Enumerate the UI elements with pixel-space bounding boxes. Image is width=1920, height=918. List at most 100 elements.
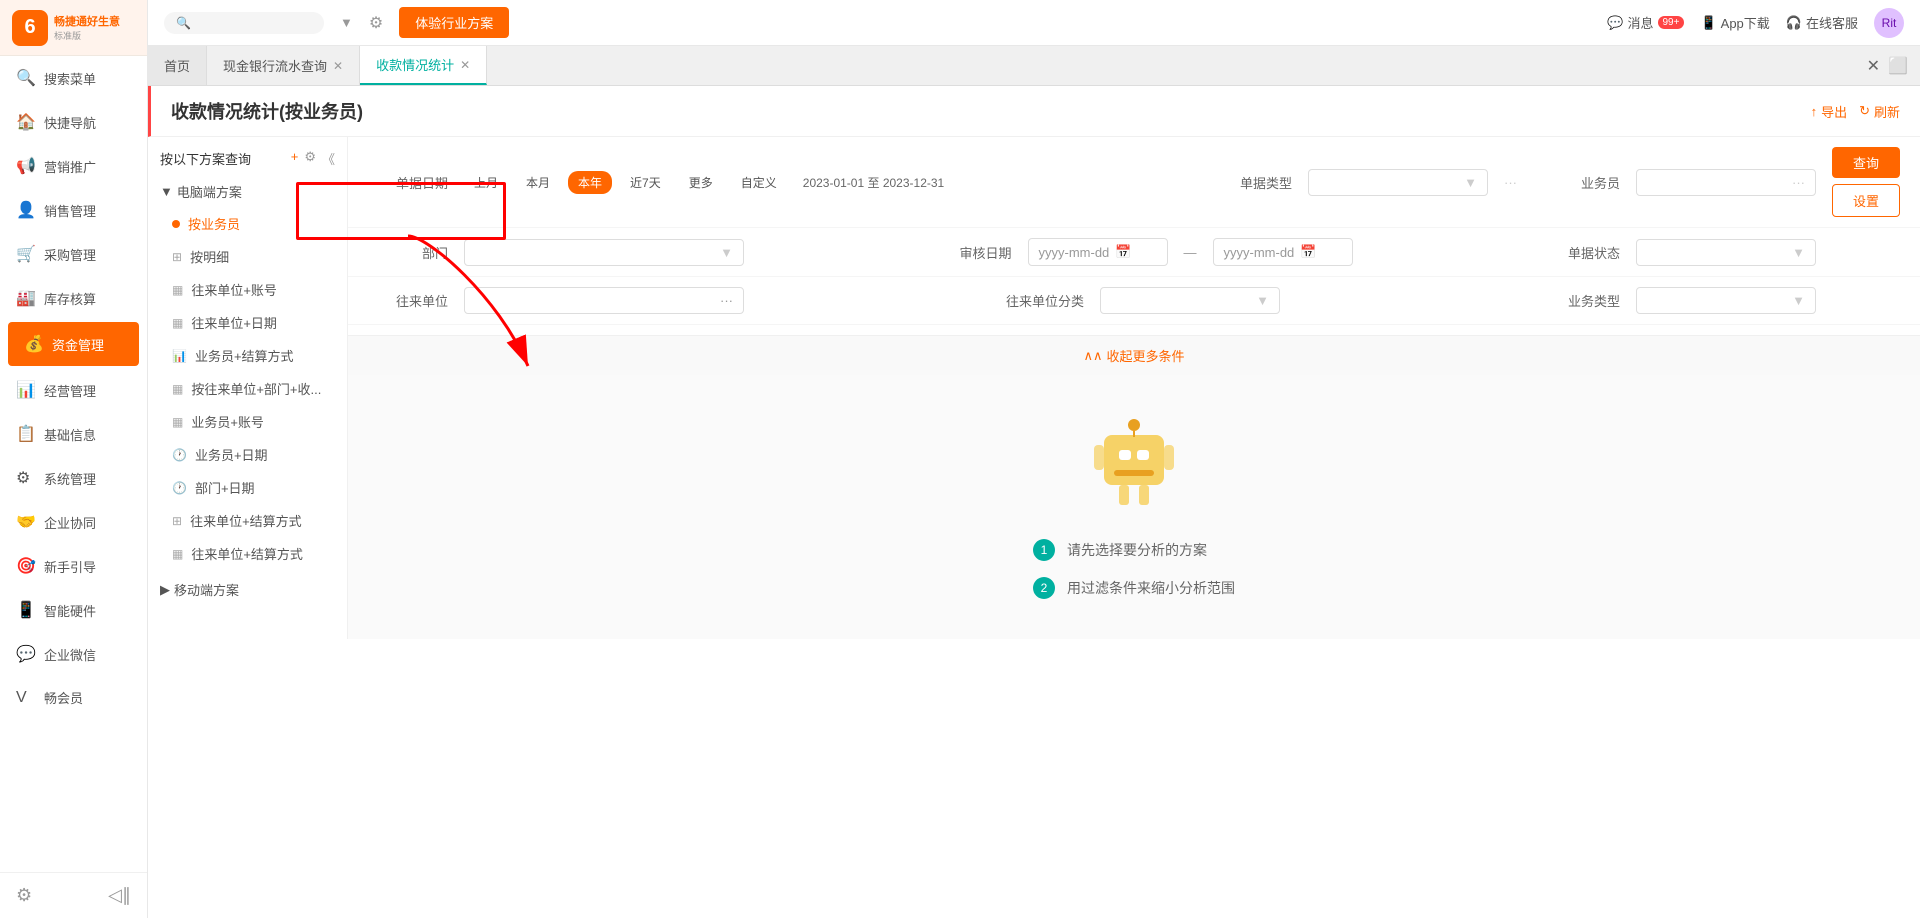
sidebar-label-12: 智能硬件 (44, 601, 96, 620)
voucher-status-label: 单据状态 (1540, 243, 1620, 262)
empty-area: 1 请先选择要分析的方案 2 用过滤条件来缩小分析范围 (348, 375, 1920, 639)
business-type-select[interactable]: ▼ (1636, 287, 1816, 314)
date-tab-more[interactable]: 更多 (679, 171, 723, 194)
date-tab-this-month[interactable]: 本月 (516, 171, 560, 194)
partner-label: 往来单位 (368, 291, 448, 310)
sidebar-label-1: 快捷导航 (44, 113, 96, 132)
sidebar-item-5[interactable]: 🏭 库存核算 (0, 276, 147, 320)
refresh-btn[interactable]: ↻ 刷新 (1859, 102, 1900, 121)
settings-btn2[interactable]: 设置 (1832, 184, 1900, 217)
sidebar-item-7[interactable]: 📊 经营管理 (0, 368, 147, 412)
page-title: 收款情况统计(按业务员) (171, 98, 363, 124)
sidebar-item-9[interactable]: ⚙ 系统管理 (0, 456, 147, 500)
scheme-item-partner-settlement1[interactable]: ⊞ 往来单位+结算方式 (148, 504, 347, 537)
table-icon2: ▦ (172, 316, 183, 330)
close-window-icon[interactable]: ✕ (1867, 56, 1880, 76)
partner-more[interactable]: ··· (720, 293, 733, 308)
scheme-item-salesperson[interactable]: 按业务员 (148, 207, 347, 240)
collapse-sidebar-icon[interactable]: ◁∥ (108, 885, 131, 906)
tab-receipt-stats[interactable]: 收款情况统计 ✕ (360, 46, 487, 85)
voucher-type-more[interactable]: ··· (1504, 175, 1524, 190)
sidebar-icon-14: V (16, 689, 36, 707)
sidebar-item-4[interactable]: 🛒 采购管理 (0, 232, 147, 276)
app-download-btn[interactable]: 📱 App下载 (1700, 13, 1769, 32)
clock-icon1: 🕐 (172, 448, 187, 462)
sidebar-item-0[interactable]: 🔍 搜索菜单 (0, 56, 147, 100)
sidebar-label-10: 企业协同 (44, 513, 96, 532)
dropdown-icon[interactable]: ▼ (340, 15, 353, 30)
trial-btn[interactable]: 体验行业方案 (399, 7, 509, 38)
step-text-2: 用过滤条件来缩小分析范围 (1067, 578, 1235, 598)
header-search[interactable]: 🔍 (164, 12, 324, 34)
tab-close-cash-flow[interactable]: ✕ (333, 59, 343, 73)
logo-icon: 6 (12, 10, 48, 46)
sidebar-item-2[interactable]: 📢 营销推广 (0, 144, 147, 188)
scheme-group-mobile-title[interactable]: ▶ 移动端方案 (148, 574, 347, 605)
scheme-item-partner-account[interactable]: ▦ 往来单位+账号 (148, 273, 347, 306)
scheme-item-dept-date[interactable]: 🕐 部门+日期 (148, 471, 347, 504)
date-tab-7days[interactable]: 近7天 (620, 171, 671, 194)
sidebar-label-7: 经营管理 (44, 381, 96, 400)
download-icon: 📱 (1700, 15, 1716, 31)
scheme-item-detail[interactable]: ⊞ 按明细 (148, 240, 347, 273)
search-icon: 🔍 (176, 16, 191, 30)
tab-cash-flow[interactable]: 现金银行流水查询 ✕ (207, 46, 360, 85)
step-num-2: 2 (1033, 577, 1055, 599)
salesperson-select[interactable]: ··· (1636, 169, 1816, 196)
query-buttons: 查询 设置 (1832, 147, 1900, 217)
scheme-item-partner-settlement2[interactable]: ▦ 往来单位+结算方式 (148, 537, 347, 570)
scheme-item-salesperson-settlement[interactable]: 📊 业务员+结算方式 (148, 339, 347, 372)
sidebar-label-4: 采购管理 (44, 245, 96, 264)
tab-bar: 首页 现金银行流水查询 ✕ 收款情况统计 ✕ ✕ ⬜ (148, 46, 1920, 86)
online-service-btn[interactable]: 🎧 在线客服 (1786, 13, 1858, 32)
header-left: 🔍 ▼ ⚙ 体验行业方案 (164, 7, 509, 38)
scheme-item-partner-dept[interactable]: ▦ 按往来单位+部门+收... (148, 372, 347, 405)
sidebar-item-13[interactable]: 💬 企业微信 (0, 632, 147, 676)
empty-illustration (1074, 415, 1194, 515)
tab-close-receipt-stats[interactable]: ✕ (460, 58, 470, 72)
scheme-item-partner-date[interactable]: ▦ 往来单位+日期 (148, 306, 347, 339)
tab-home[interactable]: 首页 (148, 46, 207, 85)
scheme-group-desktop-title[interactable]: ▼ 电脑端方案 (148, 176, 347, 207)
partner-category-select[interactable]: ▼ (1100, 287, 1280, 314)
sidebar-item-11[interactable]: 🎯 新手引导 (0, 544, 147, 588)
step-text-1: 请先选择要分析的方案 (1067, 540, 1207, 560)
voucher-type-select[interactable]: ▼ (1308, 169, 1488, 196)
page-title-bar: 收款情况统计(按业务员) ↑ 导出 ↻ 刷新 (148, 86, 1920, 137)
scheme-panel-header: 按以下方案查询 + ⚙ 《 (148, 149, 347, 176)
sidebar-item-6[interactable]: 💰 资金管理 (8, 322, 139, 366)
business-type-arrow: ▼ (1792, 293, 1805, 308)
dept-select[interactable]: ▼ (464, 239, 744, 266)
partner-select[interactable]: ··· (464, 287, 744, 314)
add-scheme-btn[interactable]: + (291, 149, 299, 168)
voucher-status-select[interactable]: ▼ (1636, 239, 1816, 266)
collapse-scheme-icon[interactable]: 《 (322, 149, 335, 168)
scheme-settings-icon[interactable]: ⚙ (304, 149, 316, 168)
date-tab-custom[interactable]: 自定义 (731, 171, 787, 194)
user-avatar[interactable]: Rit (1874, 8, 1904, 38)
messages-btn[interactable]: 💬 消息 99+ (1607, 13, 1684, 32)
gear-icon[interactable]: ⚙ (369, 13, 383, 33)
review-date-from[interactable]: yyyy-mm-dd 📅 (1028, 238, 1168, 266)
export-btn[interactable]: ↑ 导出 (1811, 102, 1848, 121)
review-date-to[interactable]: yyyy-mm-dd 📅 (1213, 238, 1353, 266)
query-btn[interactable]: 查询 (1832, 147, 1900, 178)
sidebar-item-8[interactable]: 📋 基础信息 (0, 412, 147, 456)
sidebar-menu: 🔍 搜索菜单 🏠 快捷导航 📢 营销推广 👤 销售管理 🛒 采购管理 🏭 库存核… (0, 56, 147, 872)
settings-icon[interactable]: ⚙ (16, 885, 32, 906)
main-content: 收款情况统计(按业务员) ↑ 导出 ↻ 刷新 按以下方案查询 + ⚙ 《 (148, 86, 1920, 918)
date-tab-last-month[interactable]: 上月 (464, 171, 508, 194)
collapse-bar[interactable]: ∧∧ 收起更多条件 (348, 335, 1920, 375)
scheme-item-salesperson-date[interactable]: 🕐 业务员+日期 (148, 438, 347, 471)
message-badge: 99+ (1658, 16, 1685, 29)
date-tab-this-year[interactable]: 本年 (568, 171, 612, 194)
sidebar-item-12[interactable]: 📱 智能硬件 (0, 588, 147, 632)
scheme-group-mobile: ▶ 移动端方案 (148, 574, 347, 605)
sidebar-item-10[interactable]: 🤝 企业协同 (0, 500, 147, 544)
maximize-icon[interactable]: ⬜ (1888, 56, 1908, 76)
scheme-item-salesperson-account[interactable]: ▦ 业务员+账号 (148, 405, 347, 438)
collapse-icon: ∧∧ (1083, 348, 1102, 364)
sidebar-item-1[interactable]: 🏠 快捷导航 (0, 100, 147, 144)
sidebar-item-3[interactable]: 👤 销售管理 (0, 188, 147, 232)
sidebar-item-14[interactable]: V 畅会员 (0, 676, 147, 719)
